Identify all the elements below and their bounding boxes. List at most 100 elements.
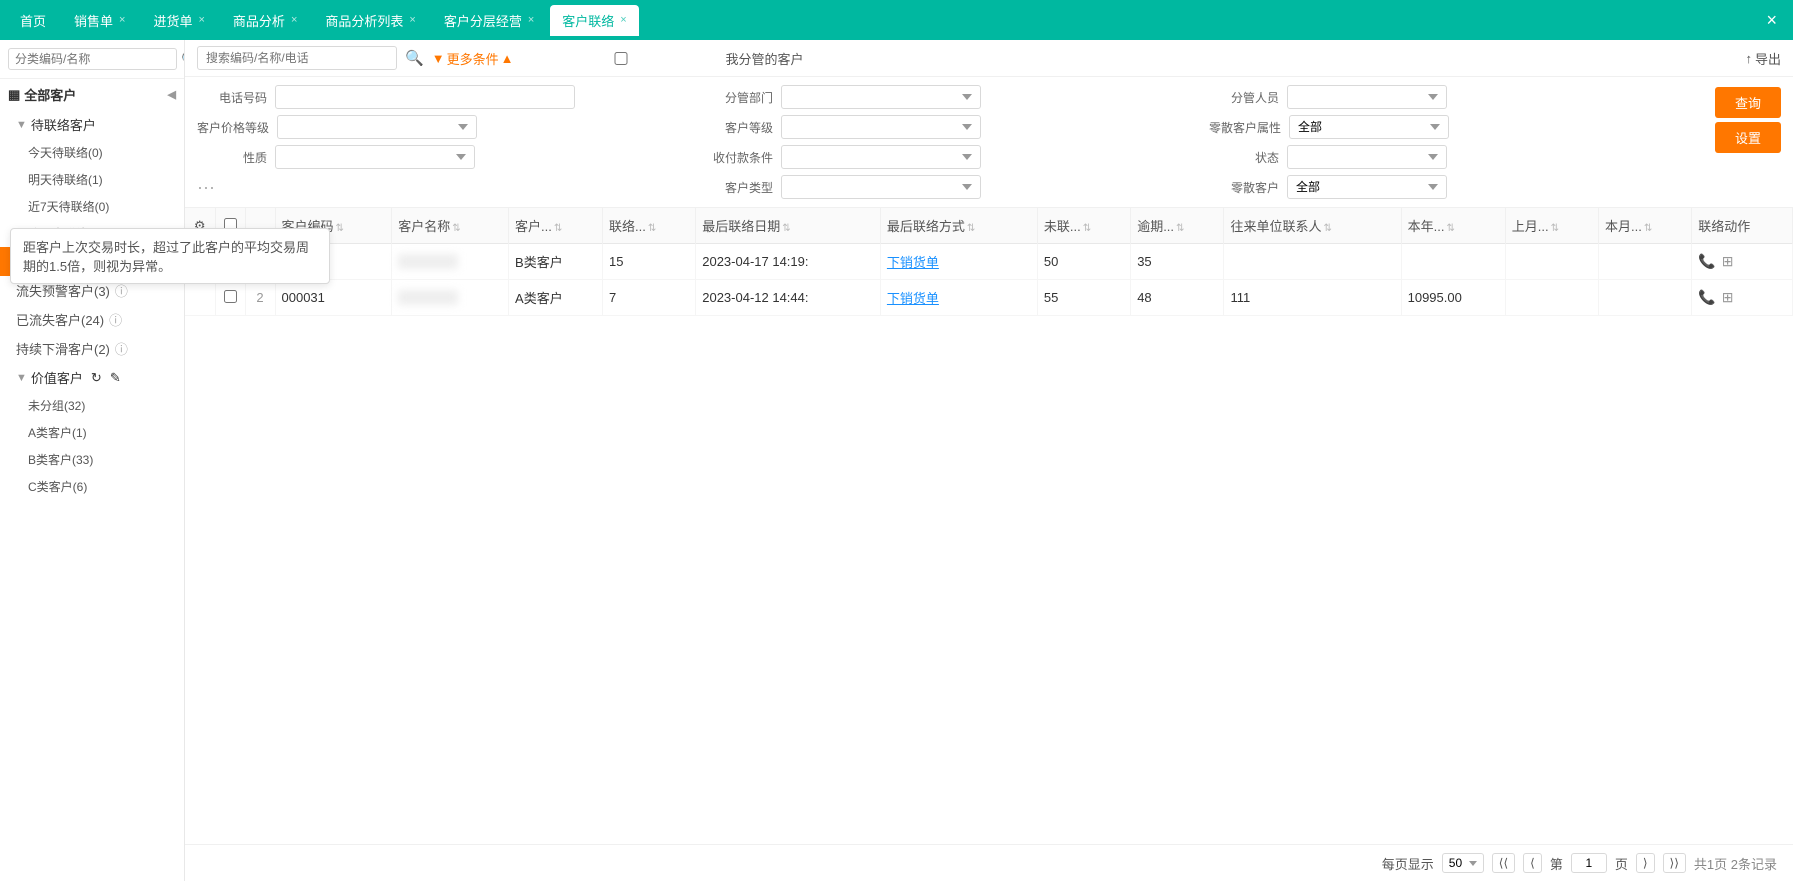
row-num: 2 [245,280,275,316]
dept-label: 分管部门 [703,89,773,106]
nav-item-home[interactable]: 首页 [8,5,58,36]
price-level-select[interactable] [277,115,477,139]
my-customers-checkbox[interactable] [521,52,721,65]
action-more-icon[interactable]: ⊞ [1722,289,1734,306]
phone-label: 电话号码 [197,89,267,106]
row-checkbox[interactable] [215,280,245,316]
col-level[interactable]: 客户...⇅ [509,208,603,244]
nav-close-customer-contact[interactable]: × [620,14,626,26]
col-this-month[interactable]: 本月...⇅ [1598,208,1691,244]
row-last-date: 2023-04-17 14:19: [696,244,881,280]
page-input[interactable] [1571,853,1607,873]
edit-icon[interactable]: ✎ [110,370,121,386]
sidebar-all-customers[interactable]: ▦ 全部客户 ◀ [0,79,184,110]
sidebar-already-lost[interactable]: 已流失客户(24) ⓘ [0,305,184,334]
row-uncontacted: 50 [1037,244,1130,280]
customer-level-select[interactable] [781,115,981,139]
table-body: 1 000039 ████ B类客户 15 2023-04-17 14:19: … [185,244,1793,316]
row-settings [185,280,215,316]
price-level-label: 客户价格等级 [197,119,269,136]
col-last-date[interactable]: 最后联络日期⇅ [696,208,881,244]
status-select[interactable] [1287,145,1447,169]
col-contacts[interactable]: 联络...⇅ [602,208,695,244]
sidebar-pending-contact[interactable]: ▼ 待联络客户 [0,110,184,139]
nav-close-sales[interactable]: × [119,14,125,26]
manager-select[interactable] [1287,85,1447,109]
per-page-select[interactable]: 50 [1442,853,1484,873]
filter-search-icon[interactable]: 🔍 [405,49,424,67]
settings-button[interactable]: 设置 [1715,122,1781,153]
first-page-btn[interactable]: ⟨⟨ [1492,853,1515,873]
nav-close-purchase[interactable]: × [198,14,204,26]
gender-select[interactable] [275,145,475,169]
customer-name-blurred: ████ [398,254,458,269]
my-customers-filter[interactable]: 我分管的客户 [521,49,803,68]
last-method-link[interactable]: 下销货单 [887,291,939,306]
retail-customer-select[interactable]: 全部 [1287,175,1447,199]
table-header-row: ⚙ 客户编码⇅ 客户名称⇅ 客户...⇅ 联络...⇅ 最后联络日期⇅ 最后联络… [185,208,1793,244]
action-phone-icon[interactable]: 📞 [1698,253,1715,270]
search-input[interactable] [197,46,397,70]
nav-item-product-analysis[interactable]: 商品分析 × [221,5,309,36]
sidebar-class-c[interactable]: C类客户(6) [0,473,184,500]
payment-select[interactable] [781,145,981,169]
customer-level-label: 客户等级 [703,119,773,136]
sidebar-declining[interactable]: 持续下滑客户(2) ⓘ [0,334,184,363]
sidebar-class-b[interactable]: B类客户(33) [0,446,184,473]
sidebar-pending-today[interactable]: 今天待联络(0) [0,139,184,166]
row-last-method[interactable]: 下销货单 [880,244,1037,280]
col-uncontacted[interactable]: 未联...⇅ [1037,208,1130,244]
col-name[interactable]: 客户名称⇅ [392,208,509,244]
filter-customer-level: 客户等级 [703,115,1201,139]
page-label: 第 [1550,854,1563,873]
action-phone-icon[interactable]: 📞 [1698,289,1715,306]
query-button[interactable]: 查询 [1715,87,1781,118]
nav-item-purchase[interactable]: 进货单 × [141,5,216,36]
col-this-year[interactable]: 本年...⇅ [1401,208,1505,244]
window-close-button[interactable]: × [1758,10,1785,31]
filter-payment: 收付款条件 [703,145,1201,169]
uncontacted-sort: ⇅ [1083,223,1091,234]
sidebar-class-a[interactable]: A类客户(1) [0,419,184,446]
customer-type-select[interactable] [781,175,981,199]
sidebar: 🔍 ▦ 全部客户 ◀ ▼ 待联络客户 今天待联络(0) 明天待联络(1) 近7天… [0,40,185,881]
value-arrow: ▼ [16,372,27,384]
last-method-link[interactable]: 下销货单 [887,255,939,270]
sidebar-scroll: ▦ 全部客户 ◀ ▼ 待联络客户 今天待联络(0) 明天待联络(1) 近7天待联… [0,79,184,881]
payment-label: 收付款条件 [703,149,773,166]
filter-price-level: 客户价格等级 [197,115,695,139]
nav-item-customer-contact[interactable]: 客户联络 × [550,5,638,36]
sidebar-ungroup[interactable]: 未分组(32) [0,392,184,419]
row-last-method[interactable]: 下销货单 [880,280,1037,316]
last-date-sort: ⇅ [782,223,790,234]
more-filters-icon[interactable]: ··· [197,177,215,198]
nav-close-product-list[interactable]: × [409,14,415,26]
action-more-icon[interactable]: ⊞ [1722,253,1734,270]
row-code: 000031 [275,280,392,316]
nav-close-product-analysis[interactable]: × [291,14,297,26]
col-last-method[interactable]: 最后联络方式⇅ [880,208,1037,244]
contacts-sort: ⇅ [648,223,656,234]
sidebar-search-input[interactable] [8,48,177,70]
col-overdue[interactable]: 逾期...⇅ [1131,208,1224,244]
nav-item-customer-tier[interactable]: 客户分层经营 × [432,5,546,36]
nav-item-sales[interactable]: 销售单 × [62,5,137,36]
sidebar-value-customer[interactable]: ▼ 价值客户 ↻ ✎ [0,363,184,392]
last-page-btn[interactable]: ⟩⟩ [1663,853,1686,873]
next-page-btn[interactable]: ⟩ [1636,853,1655,873]
filter-gender: 性质 [197,145,695,169]
export-button[interactable]: ↑ 导出 [1745,49,1781,68]
prev-page-btn[interactable]: ⟨ [1523,853,1542,873]
dept-select[interactable] [781,85,981,109]
phone-input[interactable] [275,85,575,109]
retail-attr-select[interactable]: 全部 [1289,115,1449,139]
col-unit-contact[interactable]: 往来单位联系人⇅ [1224,208,1401,244]
sidebar-pending-7days[interactable]: 近7天待联络(0) [0,193,184,220]
col-last-month[interactable]: 上月...⇅ [1505,208,1598,244]
sidebar-pending-tomorrow[interactable]: 明天待联络(1) [0,166,184,193]
this-year-sort: ⇅ [1446,223,1454,234]
nav-item-product-list[interactable]: 商品分析列表 × [313,5,427,36]
more-conditions-btn[interactable]: ▼ 更多条件 ▲ [432,49,514,68]
nav-close-customer-tier[interactable]: × [528,14,534,26]
sidebar-grid-icon: ▦ [8,87,20,103]
